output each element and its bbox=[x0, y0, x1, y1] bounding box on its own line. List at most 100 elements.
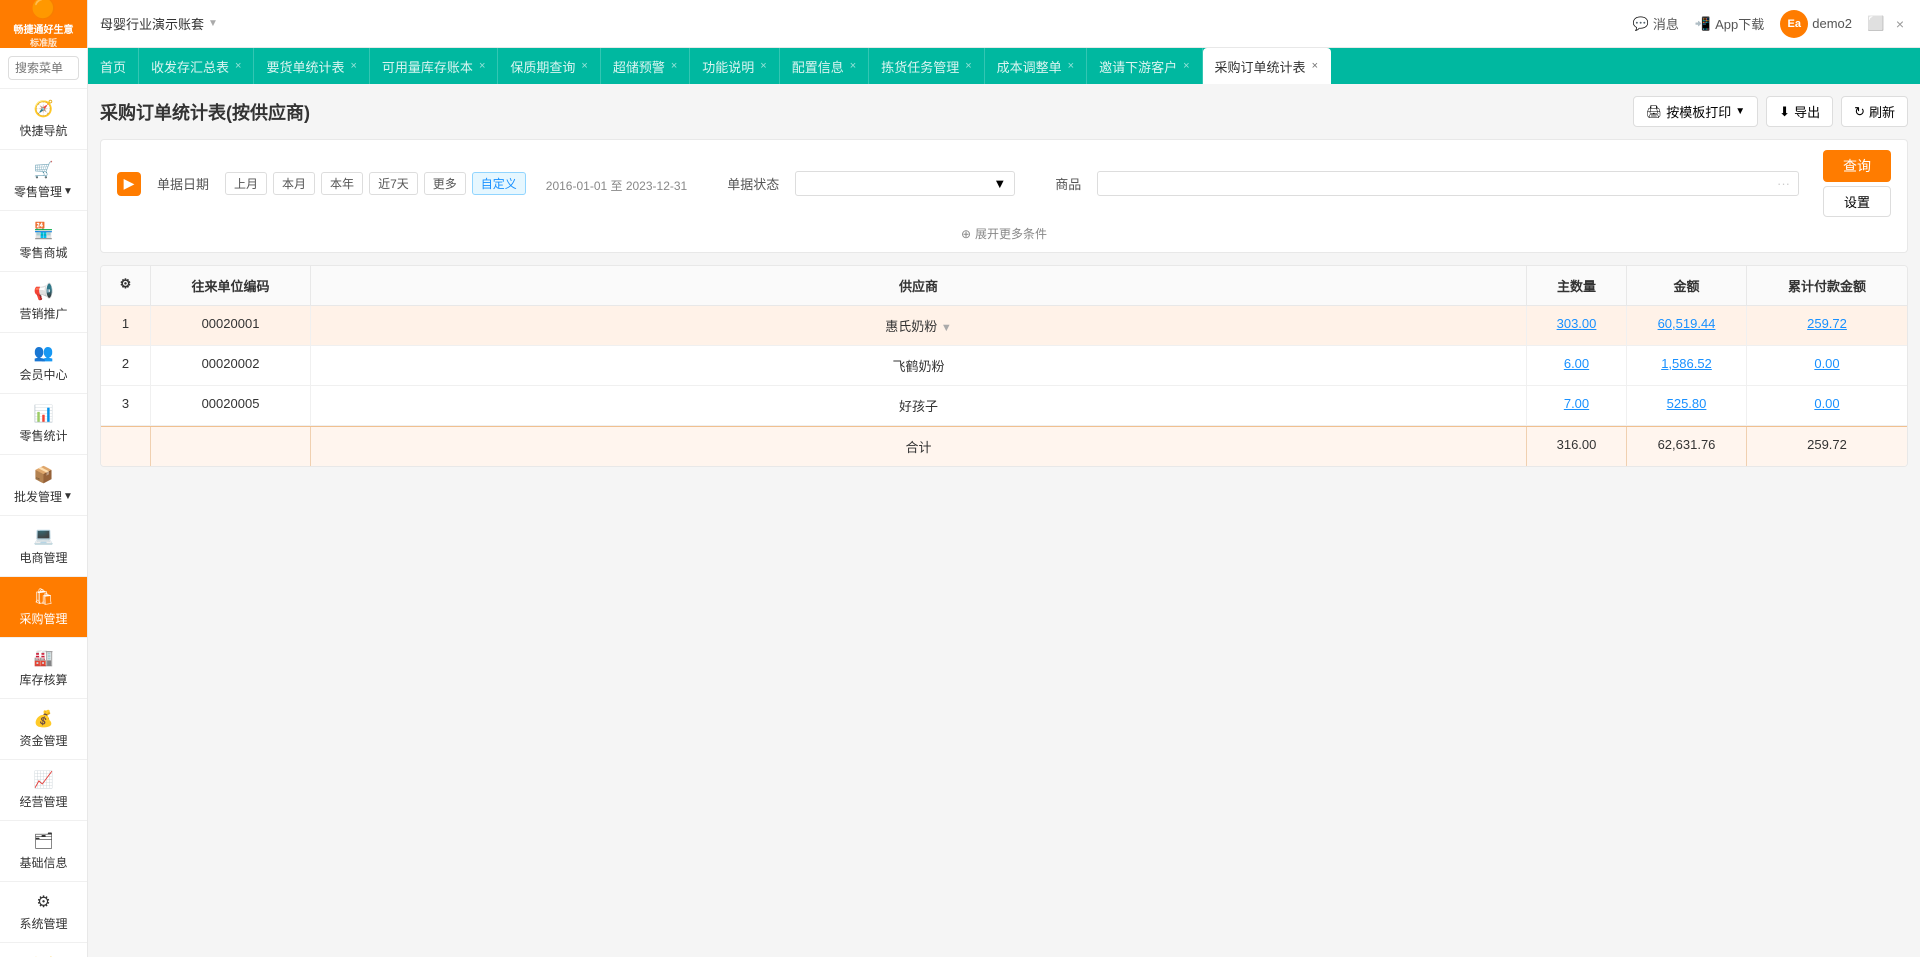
tab-config-info-close[interactable]: × bbox=[850, 60, 856, 72]
refresh-button[interactable]: ↻ 刷新 bbox=[1841, 96, 1908, 127]
tab-purchase-stats-close[interactable]: × bbox=[1312, 60, 1318, 72]
tab-invite-downstream[interactable]: 邀请下游客户 × bbox=[1087, 48, 1202, 84]
tab-pick-task-label: 拣货任务管理 bbox=[881, 57, 959, 76]
app-name: 畅捷通好生意 bbox=[14, 21, 74, 36]
search-input[interactable] bbox=[8, 56, 79, 80]
app-version: 标准版 bbox=[30, 36, 57, 49]
settings-button[interactable]: 设置 bbox=[1823, 186, 1891, 217]
expand-label: 展开更多条件 bbox=[975, 225, 1047, 242]
tab-receive-send[interactable]: 收发存汇总表 × bbox=[139, 48, 254, 84]
sidebar-item-retail-shop[interactable]: 🏪 零售商城 bbox=[0, 211, 87, 272]
sidebar-item-member[interactable]: 👥 会员中心 bbox=[0, 333, 87, 394]
sidebar-item-retail-stats[interactable]: 📊 零售统计 bbox=[0, 394, 87, 455]
window-restore-button[interactable]: ⬜ bbox=[1868, 16, 1884, 32]
tab-purchase-stats[interactable]: 采购订单统计表 × bbox=[1203, 48, 1331, 84]
table-row[interactable]: 2 00020002 飞鹤奶粉 6.00 1,586.52 0.00 bbox=[101, 346, 1907, 386]
print-dropdown-icon: ▼ bbox=[1735, 106, 1745, 117]
sidebar-item-corp[interactable]: 🤝 企业协同 bbox=[0, 943, 87, 957]
tab-available-stock[interactable]: 可用量库存账本 × bbox=[370, 48, 498, 84]
sidebar-marketing-label: 营销推广 bbox=[19, 305, 67, 322]
td-quantity-2[interactable]: 6.00 bbox=[1527, 346, 1627, 385]
date-this-month-btn[interactable]: 本月 bbox=[273, 172, 315, 195]
sidebar-item-finance[interactable]: 💰 资金管理 bbox=[0, 699, 87, 760]
td-supplier-1: 惠氏奶粉 ▼ bbox=[311, 306, 1527, 345]
expand-conditions-button[interactable]: ⊕ 展开更多条件 bbox=[961, 225, 1047, 242]
goods-input-icon: ··· bbox=[1777, 176, 1790, 191]
td-amount-3[interactable]: 525.80 bbox=[1627, 386, 1747, 425]
tab-receive-send-close[interactable]: × bbox=[235, 60, 241, 72]
date-quick-buttons: 上月 本月 本年 近7天 更多 自定义 bbox=[225, 172, 526, 195]
td-amount-1[interactable]: 60,519.44 bbox=[1627, 306, 1747, 345]
th-settings[interactable]: ⚙ bbox=[101, 266, 151, 305]
sidebar-item-wholesale[interactable]: 📦 批发管理 ▼ bbox=[0, 455, 87, 516]
date-custom-badge[interactable]: 自定义 bbox=[472, 172, 526, 195]
date-last-month-btn[interactable]: 上月 bbox=[225, 172, 267, 195]
table-footer: 合计 316.00 62,631.76 259.72 bbox=[101, 426, 1907, 466]
td-code-3: 00020005 bbox=[151, 386, 311, 425]
chevron-down-icon2: ▼ bbox=[63, 491, 73, 502]
filter-collapse-btn[interactable]: ▶ bbox=[117, 172, 141, 196]
tab-overstock-close[interactable]: × bbox=[671, 60, 677, 72]
sidebar-item-purchase[interactable]: 🛍 采购管理 bbox=[0, 577, 87, 638]
td-paid-3[interactable]: 0.00 bbox=[1747, 386, 1907, 425]
td-paid-1[interactable]: 259.72 bbox=[1747, 306, 1907, 345]
messages-label: 消息 bbox=[1653, 14, 1679, 33]
topbar: 母婴行业演示账套 ▼ 💬 消息 📲 App下载 Ea demo2 ⬜ × bbox=[88, 0, 1920, 48]
tab-overstock[interactable]: 超储预警 × bbox=[601, 48, 690, 84]
sidebar-item-quick-nav[interactable]: 🧭 快捷导航 bbox=[0, 89, 87, 150]
tab-func-desc-close[interactable]: × bbox=[760, 60, 766, 72]
td-code-1: 00020001 bbox=[151, 306, 311, 345]
messages-button[interactable]: 💬 消息 bbox=[1633, 14, 1679, 33]
wholesale-icon: 📦 bbox=[34, 465, 54, 485]
content-area: 采购订单统计表(按供应商) 🖨 按模板打印 ▼ ⬇ 导出 ↻ 刷新 bbox=[88, 84, 1920, 957]
tab-warranty[interactable]: 保质期查询 × bbox=[498, 48, 600, 84]
app-download-button[interactable]: 📲 App下载 bbox=[1695, 14, 1764, 33]
tab-order-stats-close[interactable]: × bbox=[350, 60, 356, 72]
export-button[interactable]: ⬇ 导出 bbox=[1766, 96, 1833, 127]
tab-pick-task[interactable]: 拣货任务管理 × bbox=[869, 48, 984, 84]
td-quantity-3[interactable]: 7.00 bbox=[1527, 386, 1627, 425]
tab-config-info[interactable]: 配置信息 × bbox=[780, 48, 869, 84]
table-row[interactable]: 3 00020005 好孩子 7.00 525.80 0.00 bbox=[101, 386, 1907, 426]
tf-amount: 62,631.76 bbox=[1627, 427, 1747, 466]
sidebar-ops-label: 经营管理 bbox=[19, 793, 67, 810]
sidebar-item-marketing[interactable]: 📢 营销推广 bbox=[0, 272, 87, 333]
tab-available-stock-label: 可用量库存账本 bbox=[382, 57, 473, 76]
query-button[interactable]: 查询 bbox=[1823, 150, 1891, 182]
td-quantity-1[interactable]: 303.00 bbox=[1527, 306, 1627, 345]
td-amount-2[interactable]: 1,586.52 bbox=[1627, 346, 1747, 385]
user-avatar-button[interactable]: Ea demo2 bbox=[1780, 10, 1852, 38]
sidebar-item-ops[interactable]: 📈 经营管理 bbox=[0, 760, 87, 821]
tab-pick-task-close[interactable]: × bbox=[965, 60, 971, 72]
td-num-3: 3 bbox=[101, 386, 151, 425]
print-button[interactable]: 🖨 按模板打印 ▼ bbox=[1633, 96, 1758, 127]
tab-cost-adjust[interactable]: 成本调整单 × bbox=[985, 48, 1087, 84]
date-this-year-btn[interactable]: 本年 bbox=[321, 172, 363, 195]
sidebar-item-inventory[interactable]: 🏭 库存核算 bbox=[0, 638, 87, 699]
table-row[interactable]: 1 00020001 惠氏奶粉 ▼ 303.00 60,519.44 259.7… bbox=[101, 306, 1907, 346]
tab-invite-downstream-label: 邀请下游客户 bbox=[1099, 57, 1177, 76]
export-icon: ⬇ bbox=[1779, 104, 1790, 120]
sidebar-item-ecom[interactable]: 💻 电商管理 bbox=[0, 516, 87, 577]
date-filter-label: 单据日期 bbox=[157, 174, 209, 193]
tab-func-desc[interactable]: 功能说明 × bbox=[690, 48, 779, 84]
window-close-button[interactable]: × bbox=[1892, 16, 1908, 32]
tab-order-stats[interactable]: 要货单统计表 × bbox=[254, 48, 369, 84]
tab-home[interactable]: 首页 bbox=[88, 48, 139, 84]
sidebar-item-retail[interactable]: 🛒 零售管理 ▼ bbox=[0, 150, 87, 211]
status-select[interactable]: ▼ bbox=[795, 171, 1015, 196]
sidebar-retail-stats-label: 零售统计 bbox=[19, 427, 67, 444]
page-title: 采购订单统计表(按供应商) bbox=[100, 99, 310, 125]
date-more-btn[interactable]: 更多 bbox=[424, 172, 466, 195]
date-7days-btn[interactable]: 近7天 bbox=[369, 172, 418, 195]
goods-input[interactable]: ··· bbox=[1097, 171, 1799, 196]
tab-warranty-close[interactable]: × bbox=[581, 60, 587, 72]
sidebar-item-basic[interactable]: 🗂 基础信息 bbox=[0, 821, 87, 882]
tab-cost-adjust-close[interactable]: × bbox=[1068, 60, 1074, 72]
sidebar-item-system[interactable]: ⚙ 系统管理 bbox=[0, 882, 87, 943]
td-num-2: 2 bbox=[101, 346, 151, 385]
td-paid-2[interactable]: 0.00 bbox=[1747, 346, 1907, 385]
tab-available-stock-close[interactable]: × bbox=[479, 60, 485, 72]
workspace-selector[interactable]: 母婴行业演示账套 ▼ bbox=[100, 14, 218, 33]
tab-invite-downstream-close[interactable]: × bbox=[1183, 60, 1189, 72]
